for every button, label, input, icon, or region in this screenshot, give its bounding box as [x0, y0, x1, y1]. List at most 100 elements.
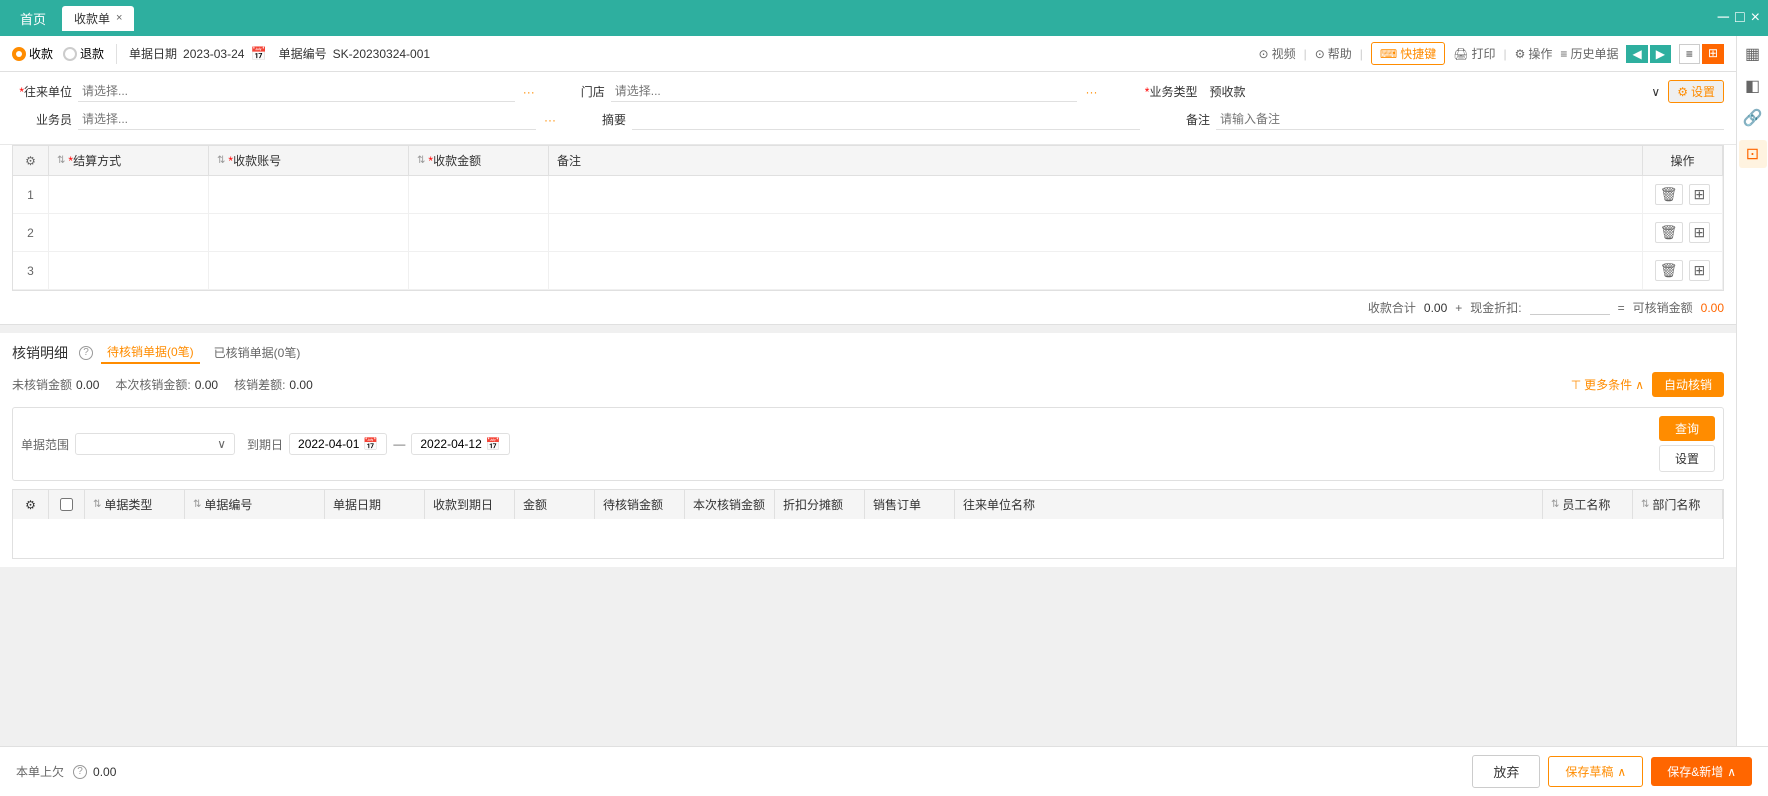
shortcut-btn[interactable]: ⌨ 快捷键	[1371, 42, 1445, 65]
filter-settings-btn[interactable]: 设置	[1659, 445, 1715, 472]
nav-prev-btn[interactable]: ◀	[1626, 45, 1647, 63]
due-end-input[interactable]: 2022-04-12 📅	[411, 433, 509, 455]
window-min-btn[interactable]: ─	[1718, 9, 1729, 27]
th-remarks: 备注	[549, 146, 1643, 175]
form-row-2: 业务员 ··· 摘要 备注	[12, 109, 1724, 130]
td-account-1[interactable]	[209, 176, 409, 213]
more-conditions-btn[interactable]: ⊤ 更多条件 ∧	[1571, 376, 1644, 393]
sort-account-icon[interactable]: ⇅	[217, 155, 225, 166]
row-delete-btn-3[interactable]: 🗑	[1655, 260, 1683, 281]
done-tab[interactable]: 已核销单据(0笔)	[208, 342, 307, 363]
settings-btn[interactable]: ⚙ 设置	[1668, 80, 1724, 103]
td-amount-2[interactable]	[409, 214, 549, 251]
sort-amount-icon[interactable]: ⇅	[417, 155, 425, 166]
td-remarks-1[interactable]	[549, 176, 1643, 213]
sidebar-expand-icon[interactable]: ⊡	[1739, 140, 1767, 168]
due-end-value: 2022-04-12	[420, 437, 481, 451]
td-settlement-2[interactable]	[49, 214, 209, 251]
sort-staff-icon[interactable]: ⇅	[1551, 499, 1559, 510]
query-btn[interactable]: 查询	[1659, 416, 1715, 441]
sidebar-link-icon[interactable]: 🔗	[1743, 108, 1763, 128]
section-header: 核销明细 ? 待核销单据(0笔) 已核销单据(0笔)	[12, 341, 1724, 364]
staff-more-btn[interactable]: ···	[544, 113, 556, 127]
stats-right: ⊤ 更多条件 ∧ 自动核销	[1571, 372, 1724, 397]
summary-input[interactable]	[632, 109, 1140, 130]
footer-info-icon[interactable]: ?	[73, 765, 87, 779]
this-stat: 本次核销金额: 0.00	[115, 376, 218, 393]
store-more-btn[interactable]: ···	[1085, 85, 1097, 99]
operation-icon: ⚙	[1515, 47, 1526, 61]
staff-input[interactable]	[78, 109, 536, 130]
writeoff-info-icon[interactable]: ?	[79, 346, 93, 360]
store-input[interactable]	[611, 81, 1078, 102]
business-type-arrow[interactable]: ∨	[1651, 85, 1660, 99]
filter-actions: 查询 设置	[1659, 416, 1715, 472]
row-copy-btn-1[interactable]: ⊞	[1689, 184, 1711, 205]
tab-collection[interactable]: 收款单 ×	[62, 6, 134, 31]
table-row: 2 🗑 ⊞	[13, 214, 1723, 252]
td-amount-1[interactable]	[409, 176, 549, 213]
table-gear-col[interactable]: ⚙	[13, 146, 49, 175]
range-select[interactable]: ∨	[75, 433, 235, 455]
tab-home[interactable]: 首页	[8, 5, 58, 32]
store-field: 门店 ···	[575, 81, 1098, 102]
date-icon[interactable]: 📅	[250, 46, 266, 62]
td-remarks-2[interactable]	[549, 214, 1643, 251]
nav-next-btn[interactable]: ▶	[1650, 45, 1671, 63]
td-remarks-3[interactable]	[549, 252, 1643, 289]
radio-collection[interactable]: 收款	[12, 45, 53, 62]
video-btn[interactable]: ⊙ 视频	[1259, 45, 1296, 62]
discount-input[interactable]	[1530, 300, 1610, 315]
sort-settlement-icon[interactable]: ⇅	[57, 155, 65, 166]
operation-btn[interactable]: ⚙ 操作	[1515, 45, 1553, 62]
cal-end-icon[interactable]: 📅	[486, 437, 501, 451]
operation-label: 操作	[1528, 45, 1552, 62]
view-icons: ≡ ⊞	[1679, 44, 1724, 64]
sort-type-icon[interactable]: ⇅	[93, 499, 101, 510]
bth-pending-label: 待核销金额	[603, 496, 663, 513]
row-delete-btn-2[interactable]: 🗑	[1655, 222, 1683, 243]
view-grid-btn[interactable]: ⊞	[1702, 44, 1724, 64]
pending-tab[interactable]: 待核销单据(0笔)	[101, 341, 200, 364]
td-amount-3[interactable]	[409, 252, 549, 289]
td-settlement-1[interactable]	[49, 176, 209, 213]
help-btn[interactable]: ⊙ 帮助	[1315, 45, 1352, 62]
range-field: 单据范围 ∨	[21, 433, 235, 455]
cal-start-icon[interactable]: 📅	[363, 437, 378, 451]
abandon-btn[interactable]: 放弃	[1472, 755, 1540, 788]
td-account-3[interactable]	[209, 252, 409, 289]
row-delete-btn-1[interactable]: 🗑	[1655, 184, 1683, 205]
remarks-input[interactable]	[1216, 109, 1724, 130]
partner-input[interactable]	[78, 81, 515, 102]
sort-dept-icon[interactable]: ⇅	[1641, 499, 1649, 510]
help-icon: ⊙	[1315, 47, 1325, 61]
row-copy-btn-3[interactable]: ⊞	[1689, 260, 1711, 281]
partner-field: *往来单位 ···	[12, 81, 535, 102]
history-btn[interactable]: ≡ 历史单据	[1560, 45, 1618, 62]
bth-gear[interactable]: ⚙	[13, 490, 49, 519]
code-field: 单据编号 SK-20230324-001	[279, 45, 430, 62]
save-arrow-icon: ∧	[1727, 765, 1736, 779]
td-settlement-3[interactable]	[49, 252, 209, 289]
sort-code-icon[interactable]: ⇅	[193, 499, 201, 510]
window-close-btn[interactable]: ×	[1751, 9, 1760, 27]
row-copy-btn-2[interactable]: ⊞	[1689, 222, 1711, 243]
window-max-btn[interactable]: □	[1735, 9, 1745, 27]
save-btn[interactable]: 保存&新增 ∧	[1651, 757, 1752, 786]
range-label: 单据范围	[21, 436, 69, 453]
partner-more-btn[interactable]: ···	[523, 85, 535, 99]
bth-check[interactable]	[49, 490, 85, 519]
tab-close-icon[interactable]: ×	[116, 12, 122, 24]
select-all-checkbox[interactable]	[60, 498, 73, 511]
bth-due: 收款到期日	[425, 490, 515, 519]
draft-btn[interactable]: 保存草稿 ∧	[1548, 756, 1643, 787]
sidebar-table-icon[interactable]: ▦	[1745, 44, 1760, 64]
due-start-input[interactable]: 2022-04-01 📅	[289, 433, 387, 455]
sidebar-split-icon[interactable]: ◧	[1745, 76, 1760, 96]
print-btn[interactable]: 🖨 打印	[1453, 45, 1495, 62]
radio-refund[interactable]: 退款	[63, 45, 104, 62]
view-list-btn[interactable]: ≡	[1679, 44, 1700, 64]
due-start-value: 2022-04-01	[298, 437, 359, 451]
auto-writeoff-btn[interactable]: 自动核销	[1652, 372, 1724, 397]
td-account-2[interactable]	[209, 214, 409, 251]
